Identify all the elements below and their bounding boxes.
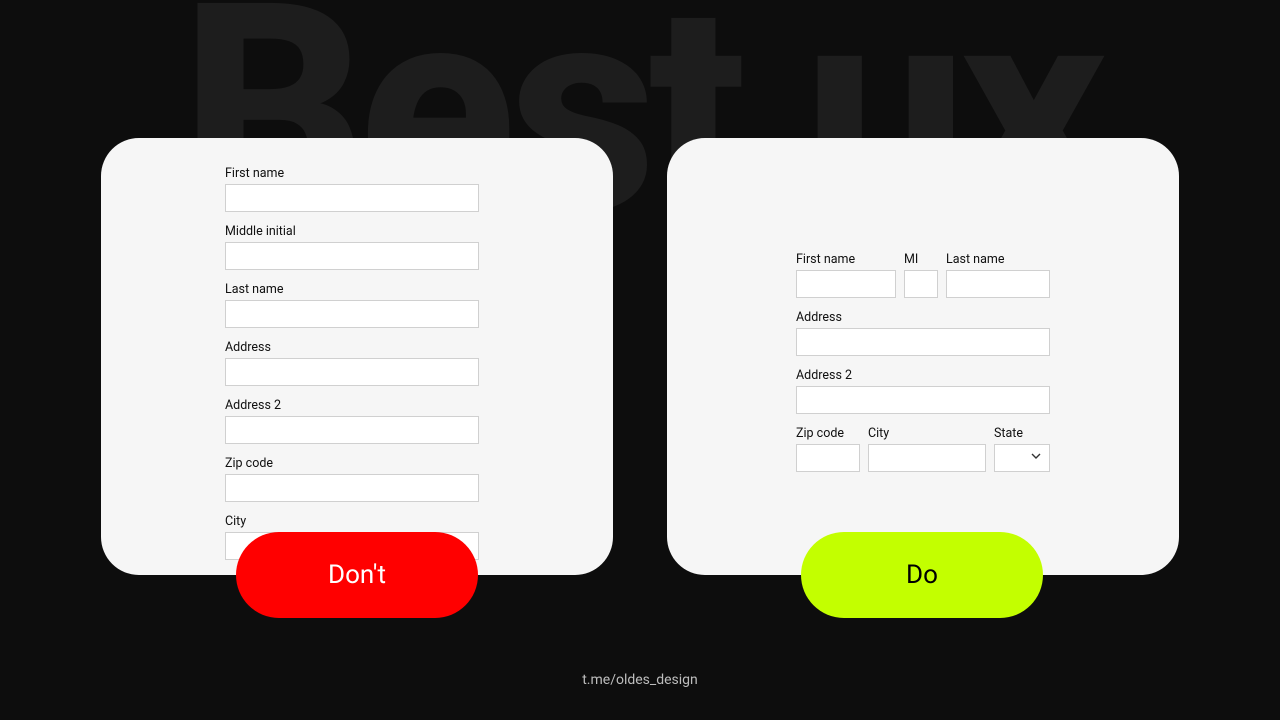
field-mi: MI	[904, 252, 938, 298]
label-zip: Zip code	[796, 426, 860, 441]
select-state[interactable]	[994, 444, 1050, 472]
field-address2: Address 2	[225, 398, 479, 444]
zip-city-state-row: Zip code City State	[796, 426, 1050, 472]
label-last-name: Last name	[946, 252, 1050, 267]
dont-badge-label: Don't	[328, 560, 386, 590]
label-address2: Address 2	[796, 368, 1050, 383]
field-last-name: Last name	[225, 282, 479, 328]
do-badge: Do	[801, 532, 1043, 618]
field-address2: Address 2	[796, 368, 1050, 414]
field-state: State	[994, 426, 1050, 472]
label-address2: Address 2	[225, 398, 479, 413]
input-middle-initial[interactable]	[225, 242, 479, 270]
dont-form: First name Middle initial Last name Addr…	[225, 166, 479, 560]
input-address2[interactable]	[225, 416, 479, 444]
label-address: Address	[796, 310, 1050, 325]
label-mi: MI	[904, 252, 938, 267]
input-address2[interactable]	[796, 386, 1050, 414]
label-first-name: First name	[225, 166, 479, 181]
footer-credit: t.me/oldes_design	[0, 672, 1280, 688]
chevron-down-icon	[1031, 453, 1041, 463]
label-first-name: First name	[796, 252, 896, 267]
label-city: City	[225, 514, 479, 529]
input-last-name[interactable]	[946, 270, 1050, 298]
field-middle-initial: Middle initial	[225, 224, 479, 270]
field-first-name: First name	[796, 252, 896, 298]
field-address: Address	[796, 310, 1050, 356]
input-city[interactable]	[868, 444, 986, 472]
input-address[interactable]	[796, 328, 1050, 356]
label-state: State	[994, 426, 1050, 441]
cards-row: First name Middle initial Last name Addr…	[0, 138, 1280, 575]
name-row: First name MI Last name	[796, 252, 1050, 298]
input-zip[interactable]	[225, 474, 479, 502]
field-city: City	[868, 426, 986, 472]
label-city: City	[868, 426, 986, 441]
input-last-name[interactable]	[225, 300, 479, 328]
input-address[interactable]	[225, 358, 479, 386]
field-last-name: Last name	[946, 252, 1050, 298]
field-address: Address	[225, 340, 479, 386]
do-card-wrapper: First name MI Last name Address	[667, 138, 1179, 575]
dont-card: First name Middle initial Last name Addr…	[101, 138, 613, 575]
label-zip: Zip code	[225, 456, 479, 471]
dont-card-wrapper: First name Middle initial Last name Addr…	[101, 138, 613, 575]
field-zip: Zip code	[225, 456, 479, 502]
label-middle-initial: Middle initial	[225, 224, 479, 239]
do-card: First name MI Last name Address	[667, 138, 1179, 575]
do-badge-label: Do	[906, 560, 938, 590]
dont-badge: Don't	[236, 532, 478, 618]
input-zip[interactable]	[796, 444, 860, 472]
field-first-name: First name	[225, 166, 479, 212]
input-mi[interactable]	[904, 270, 938, 298]
label-address: Address	[225, 340, 479, 355]
input-first-name[interactable]	[796, 270, 896, 298]
field-zip: Zip code	[796, 426, 860, 472]
label-last-name: Last name	[225, 282, 479, 297]
do-form: First name MI Last name Address	[796, 252, 1050, 472]
input-first-name[interactable]	[225, 184, 479, 212]
